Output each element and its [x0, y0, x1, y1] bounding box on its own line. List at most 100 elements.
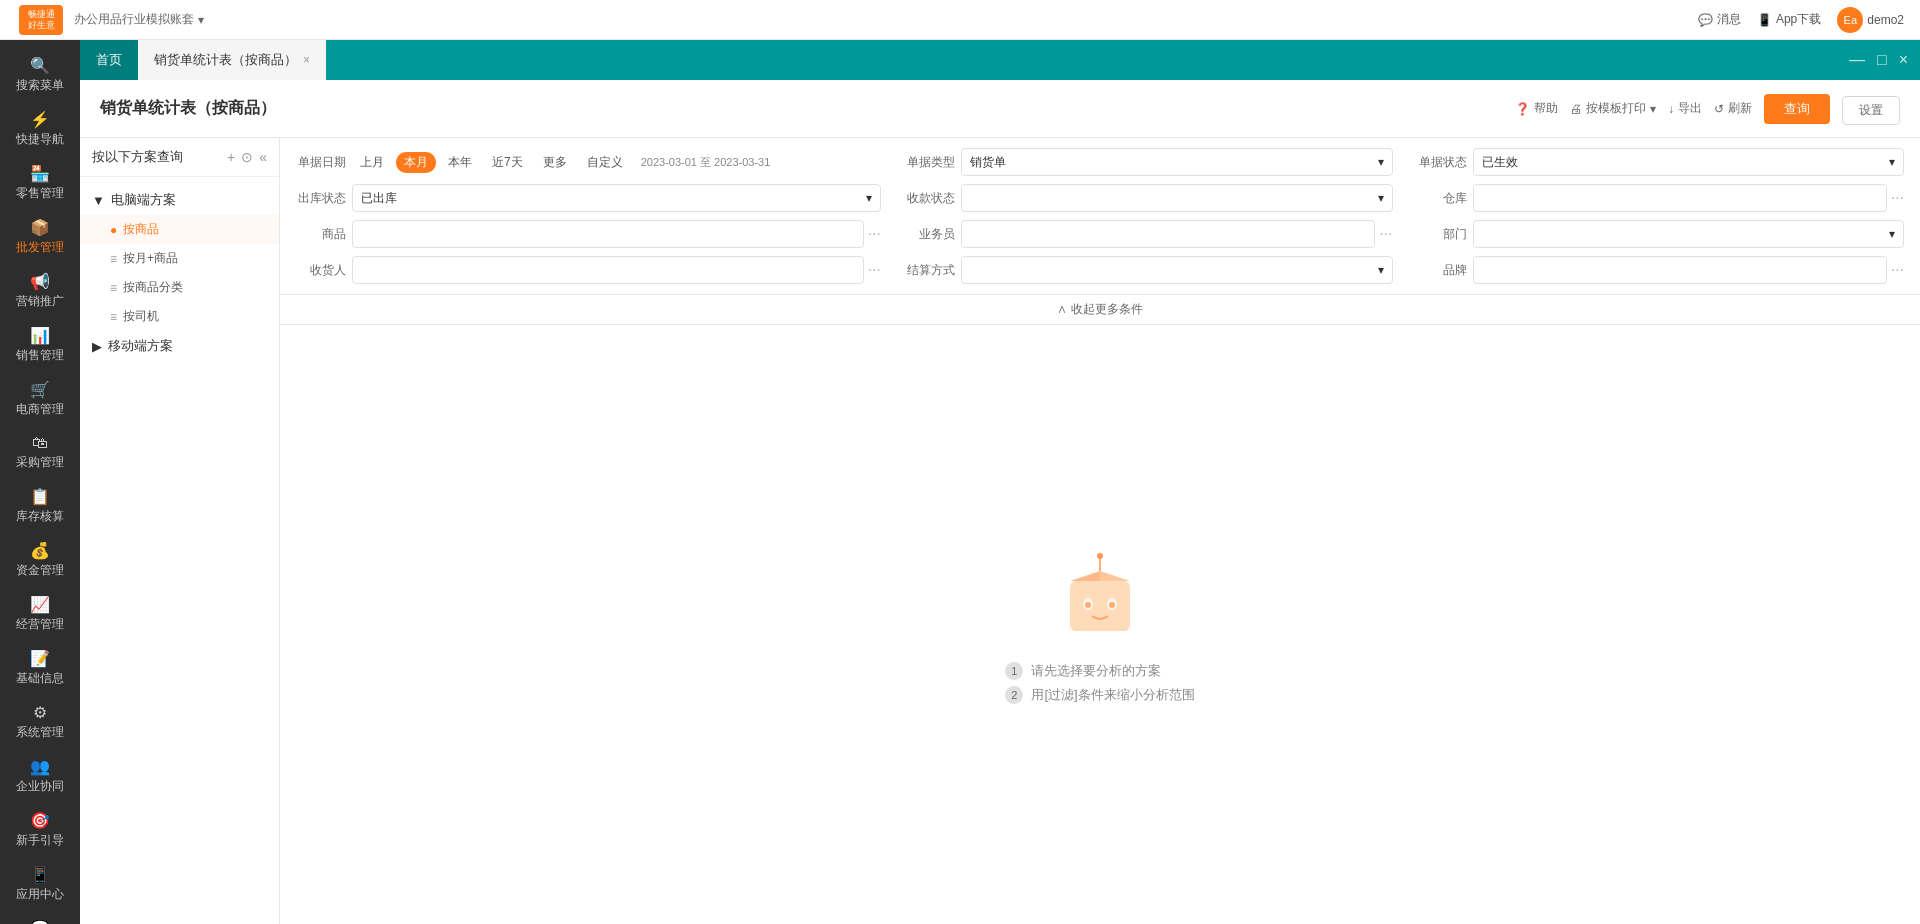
sidebar-item-appcenter[interactable]: 📱 应用中心 [0, 857, 80, 911]
sidebar-item-purchase[interactable]: 🛍 采购管理 [0, 426, 80, 479]
sidebar-item-marketing[interactable]: 📢 营销推广 [0, 264, 80, 318]
tab-ctrl-minimize[interactable]: — [1845, 49, 1869, 71]
tab-sales-stat[interactable]: 销货单统计表（按商品） × [138, 40, 326, 80]
type-select[interactable]: 销货单 ▾ [961, 148, 1393, 176]
filter-status-cell: 单据状态 已生效 ▾ [1417, 148, 1905, 176]
payment-control: ▾ [961, 256, 1393, 284]
nav-child-by-driver[interactable]: ≡ 按司机 [80, 302, 279, 331]
filter-row-2: 出库状态 已出库 ▾ 收款状态 [296, 184, 1904, 212]
tab-home[interactable]: 首页 [80, 40, 138, 80]
payment-select[interactable]: ▾ [961, 256, 1393, 284]
filter-rows: 单据日期 上月 本月 本年 近7天 更多 自定义 [280, 138, 1920, 295]
sidebar-item-ecom[interactable]: 🛒 电商管理 [0, 372, 80, 426]
tab-ctrl-close[interactable]: × [1895, 49, 1912, 71]
sidebar-item-finance[interactable]: 💰 资金管理 [0, 533, 80, 587]
outstatus-select[interactable]: 已出库 ▾ [352, 184, 881, 212]
type-arrow: ▾ [1378, 155, 1384, 169]
query-button[interactable]: 查询 [1764, 94, 1830, 124]
print-btn[interactable]: 🖨 按模板打印 ▾ [1570, 100, 1656, 117]
sidebar-label-sales: 销售管理 [16, 347, 64, 364]
filter-receiver-cell: 收货人 ··· [296, 256, 881, 284]
receiver-input[interactable] [352, 256, 864, 284]
sidebar-item-guide[interactable]: 🎯 新手引导 [0, 803, 80, 857]
warehouse-dots[interactable]: ··· [1891, 189, 1904, 207]
export-btn[interactable]: ↓ 导出 [1668, 100, 1702, 117]
tab-ctrl-maximize[interactable]: □ [1873, 49, 1891, 71]
status-value: 已生效 [1482, 154, 1518, 171]
nav-add-btn[interactable]: + [227, 149, 235, 165]
sidebar-label-operation: 经营管理 [16, 616, 64, 633]
header-left: 畅捷通 好生意 办公用品行业模拟账套 ▾ [16, 2, 204, 38]
sidebar-item-sales[interactable]: 📊 销售管理 [0, 318, 80, 372]
nav-child-by-category[interactable]: ≡ 按商品分类 [80, 273, 279, 302]
sidebar-item-collab[interactable]: 👥 企业协同 [0, 749, 80, 803]
goods-dots[interactable]: ··· [868, 225, 881, 243]
nav-child-by-goods[interactable]: ● 按商品 [80, 215, 279, 244]
sidebar-label-finance: 资金管理 [16, 562, 64, 579]
sidebar-item-corpwechat[interactable]: 💬 企业微信 [0, 911, 80, 924]
content-right: 单据日期 上月 本月 本年 近7天 更多 自定义 [280, 138, 1920, 924]
filter-brand-cell: 品牌 ··· [1417, 256, 1905, 284]
date-last-month[interactable]: 上月 [352, 152, 392, 173]
industry-selector[interactable]: 办公用品行业模拟账套 ▾ [74, 11, 204, 28]
nav-parent-pc[interactable]: ▼ 电脑端方案 [80, 185, 279, 215]
date-more[interactable]: 更多 [535, 152, 575, 173]
sidebar-item-search[interactable]: 🔍 搜索菜单 [0, 48, 80, 102]
collect-select[interactable]: ▾ [961, 184, 1393, 212]
staff-input[interactable] [961, 220, 1375, 248]
dept-select[interactable]: ▾ [1473, 220, 1905, 248]
tab-close-btn[interactable]: × [303, 53, 310, 67]
message-btn[interactable]: 💬 消息 [1698, 11, 1741, 28]
sidebar-label-purchase: 采购管理 [16, 454, 64, 471]
sidebar-item-quicknav[interactable]: ⚡ 快捷导航 [0, 102, 80, 156]
tab-bar: 首页 销货单统计表（按商品） × — □ × [80, 40, 1920, 80]
print-label: 按模板打印 [1586, 100, 1646, 117]
empty-tip-1: 1 请先选择要分析的方案 [1005, 662, 1194, 680]
nav-edit-btn[interactable]: ⊙ [241, 149, 253, 165]
print-dropdown-icon: ▾ [1650, 102, 1656, 116]
brand-dots[interactable]: ··· [1891, 261, 1904, 279]
sales-icon: 📊 [30, 326, 50, 345]
filter-date-cell: 单据日期 上月 本月 本年 近7天 更多 自定义 [296, 152, 881, 173]
brand-input[interactable] [1473, 256, 1887, 284]
receiver-dots[interactable]: ··· [868, 261, 881, 279]
status-select[interactable]: 已生效 ▾ [1473, 148, 1905, 176]
nav-child-by-month-goods[interactable]: ≡ 按月+商品 [80, 244, 279, 273]
nav-collapse-btn[interactable]: « [259, 149, 267, 165]
empty-tips: 1 请先选择要分析的方案 2 用[过滤]条件来缩小分析范围 [1005, 662, 1194, 704]
settings-button[interactable]: 设置 [1842, 96, 1900, 125]
nav-child-by-month-goods-label: 按月+商品 [123, 250, 178, 267]
sidebar-label-ecom: 电商管理 [16, 401, 64, 418]
staff-dots[interactable]: ··· [1379, 225, 1392, 243]
sidebar-item-operation[interactable]: 📈 经营管理 [0, 587, 80, 641]
driver-icon: ≡ [110, 310, 117, 324]
goods-input[interactable] [352, 220, 864, 248]
logo-text-line1: 畅捷通 [28, 9, 55, 20]
warehouse-input[interactable] [1473, 184, 1887, 212]
sidebar-label-inventory: 库存核算 [16, 508, 64, 525]
date-custom[interactable]: 自定义 [579, 152, 631, 173]
sidebar-item-wholesale[interactable]: 📦 批发管理 [0, 210, 80, 264]
nav-tree: ▼ 电脑端方案 ● 按商品 ≡ 按月+商品 [80, 177, 279, 369]
sidebar-item-basic[interactable]: 📝 基础信息 [0, 641, 80, 695]
app-download-btn[interactable]: 📱 App下载 [1757, 11, 1821, 28]
nav-expand-pc: ▼ [92, 193, 105, 208]
help-btn[interactable]: ❓ 帮助 [1515, 100, 1558, 117]
message-icon: 💬 [1698, 13, 1713, 27]
nav-parent-pc-label: 电脑端方案 [111, 191, 176, 209]
collapse-bar[interactable]: ∧ 收起更多条件 [280, 295, 1920, 325]
sidebar-item-inventory[interactable]: 📋 库存核算 [0, 479, 80, 533]
refresh-btn[interactable]: ↺ 刷新 [1714, 100, 1752, 117]
industry-label: 办公用品行业模拟账套 [74, 11, 194, 28]
nav-parent-mobile[interactable]: ▶ 移动端方案 [80, 331, 279, 361]
main-layout: 🔍 搜索菜单 ⚡ 快捷导航 🏪 零售管理 📦 批发管理 📢 营销推广 📊 销售管… [0, 40, 1920, 924]
svg-rect-0 [1070, 581, 1130, 631]
header-right: 💬 消息 📱 App下载 Ea demo2 [1698, 7, 1904, 33]
user-menu[interactable]: Ea demo2 [1837, 7, 1904, 33]
date-7days[interactable]: 近7天 [484, 152, 531, 173]
sidebar-item-system[interactable]: ⚙ 系统管理 [0, 695, 80, 749]
date-this-year[interactable]: 本年 [440, 152, 480, 173]
sidebar-item-retail[interactable]: 🏪 零售管理 [0, 156, 80, 210]
date-this-month[interactable]: 本月 [396, 152, 436, 173]
warehouse-control: ··· [1473, 184, 1905, 212]
